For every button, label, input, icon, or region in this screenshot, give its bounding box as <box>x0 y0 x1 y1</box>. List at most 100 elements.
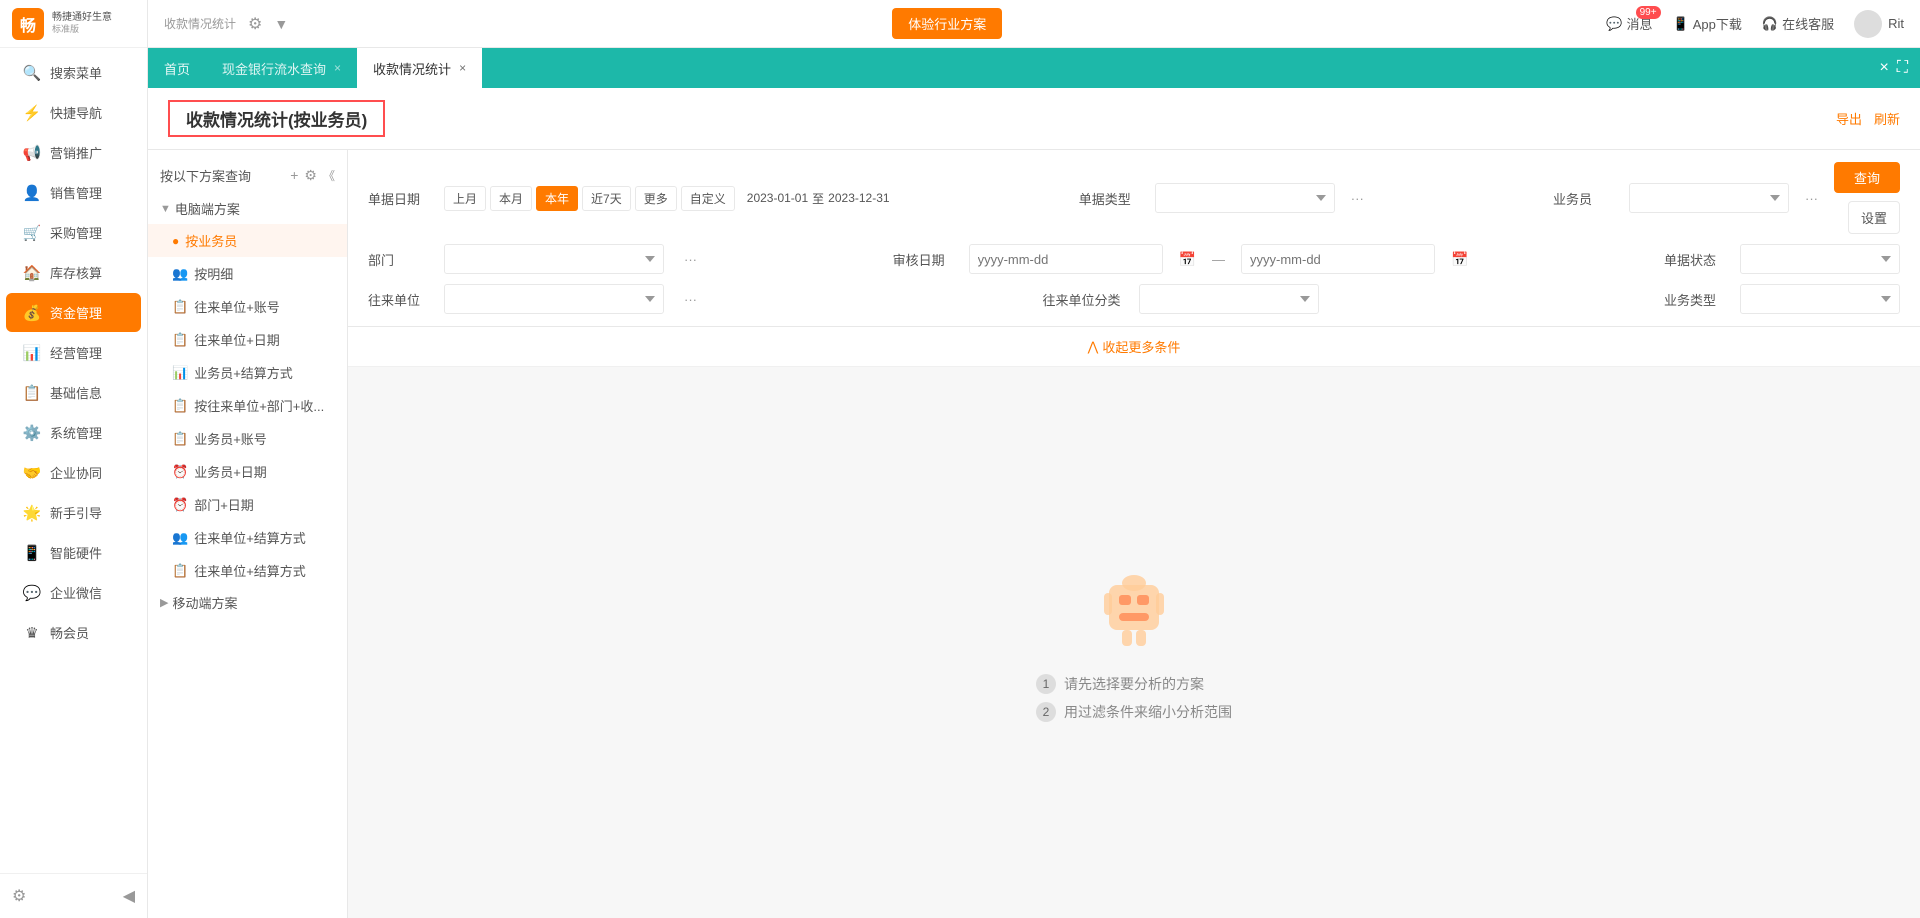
header-chevron-icon[interactable]: ▼ <box>274 16 288 32</box>
query-button[interactable]: 查询 <box>1834 162 1900 193</box>
tab-collection[interactable]: 收款情况统计 × <box>357 48 482 88</box>
header-center: 体验行业方案 <box>892 8 1002 39</box>
panel-item-sales-settlement[interactable]: 📊 业务员+结算方式 <box>148 356 347 389</box>
main-area: 收款情况统计 ⚙ ▼ 体验行业方案 💬 消息 99+ 📱 App下载 🎧 在线客… <box>148 0 1920 918</box>
date-btn-custom[interactable]: 自定义 <box>681 186 735 211</box>
panel-add-button[interactable]: + <box>290 167 298 184</box>
date-btn-last7days[interactable]: 近7天 <box>582 186 631 211</box>
refresh-button[interactable]: 刷新 <box>1874 109 1900 128</box>
collapse-icon: ⋀ <box>1088 339 1099 355</box>
panel-item-dept-date[interactable]: ⏰ 部门+日期 <box>148 488 347 521</box>
empty-state: 1 请先选择要分析的方案 2 用过滤条件来缩小分析范围 <box>348 367 1920 918</box>
sidebar-settings-btn[interactable]: ⚙ <box>12 886 26 906</box>
sales-account-icon: 📋 <box>172 431 188 447</box>
panel-header: 按以下方案查询 + ⚙ 《 <box>148 158 347 193</box>
system-icon: ⚙️ <box>22 424 42 442</box>
tabs-close-all-icon[interactable]: × <box>1879 59 1888 77</box>
sidebar-nav: 🔍 搜索菜单 ⚡ 快捷导航 📢 营销推广 👤 销售管理 🛒 采购管理 🏠 库存核… <box>0 48 147 873</box>
app-download[interactable]: 📱 App下载 <box>1673 14 1742 33</box>
salesperson-icon: ● <box>172 234 179 248</box>
counterpart-category-label: 往来单位分类 <box>1043 290 1123 309</box>
content-area: 收款情况统计(按业务员) 导出 刷新 按以下方案查询 + ⚙ 《 <box>148 88 1920 918</box>
salesperson-select[interactable] <box>1629 183 1789 213</box>
salesperson-more-icon[interactable]: ··· <box>1805 191 1818 206</box>
sidebar-item-member[interactable]: ♛ 畅会员 <box>6 613 141 652</box>
empty-step-1: 1 请先选择要分析的方案 <box>1036 674 1232 694</box>
export-button[interactable]: 导出 <box>1836 109 1862 128</box>
review-date-to[interactable] <box>1241 244 1435 274</box>
settings-button[interactable]: 设置 <box>1848 201 1900 234</box>
header-gear-icon[interactable]: ⚙ <box>248 14 262 34</box>
panel-section-mobile-title[interactable]: ▶ 移动端方案 <box>148 587 347 618</box>
filter-row-3: 往来单位 ··· 往来单位分类 业务类型 <box>368 284 1900 314</box>
review-date-from[interactable] <box>969 244 1163 274</box>
sidebar-item-guide[interactable]: 🌟 新手引导 <box>6 493 141 532</box>
panel-collapse-button[interactable]: 《 <box>323 167 335 184</box>
panel-settings-button[interactable]: ⚙ <box>304 167 317 184</box>
sidebar-item-finance[interactable]: 💰 资金管理 <box>6 293 141 332</box>
dept-more-icon[interactable]: ··· <box>684 252 697 267</box>
unit-settle3-icon: 📋 <box>172 563 188 579</box>
counterpart-select[interactable] <box>444 284 664 314</box>
review-date-label: 审核日期 <box>893 250 953 269</box>
operations-icon: 📊 <box>22 344 42 362</box>
online-service[interactable]: 🎧 在线客服 <box>1762 14 1834 33</box>
dept-select[interactable] <box>444 244 664 274</box>
wechat-icon: 💬 <box>22 584 42 602</box>
notification-area[interactable]: 💬 消息 99+ <box>1606 14 1652 33</box>
tab-home[interactable]: 首页 <box>148 59 206 78</box>
sidebar-item-operations[interactable]: 📊 经营管理 <box>6 333 141 372</box>
sidebar-item-enterprise[interactable]: 🤝 企业协同 <box>6 453 141 492</box>
body-wrapper: 按以下方案查询 + ⚙ 《 ▼ 电脑端方案 ● 按业务员 <box>148 150 1920 918</box>
enterprise-icon: 🤝 <box>22 464 42 482</box>
counterpart-more-icon[interactable]: ··· <box>684 292 697 307</box>
sidebar-item-quicknav[interactable]: ⚡ 快捷导航 <box>6 93 141 132</box>
tabs-maximize-icon[interactable]: ⛶ <box>1897 59 1908 77</box>
doc-status-select[interactable] <box>1740 244 1900 274</box>
sidebar-item-system[interactable]: ⚙️ 系统管理 <box>6 413 141 452</box>
sidebar-collapse-btn[interactable]: ◀ <box>123 886 135 906</box>
collapse-button[interactable]: ⋀ 收起更多条件 <box>1088 337 1181 356</box>
user-area[interactable]: Rit <box>1854 10 1904 38</box>
filter-row-1: 单据日期 上月 本月 本年 近7天 更多 自定义 2023-01-01 至 20 <box>368 162 1900 234</box>
empty-steps-list: 1 请先选择要分析的方案 2 用过滤条件来缩小分析范围 <box>1036 674 1232 730</box>
date-btn-this-year[interactable]: 本年 <box>536 186 578 211</box>
date-label: 单据日期 <box>368 189 428 208</box>
date-btn-more[interactable]: 更多 <box>635 186 677 211</box>
sidebar-item-search[interactable]: 🔍 搜索菜单 <box>6 53 141 92</box>
calendar-from-icon[interactable]: 📅 <box>1179 251 1196 268</box>
trial-button[interactable]: 体验行业方案 <box>892 8 1002 39</box>
panel-item-unit-account[interactable]: 📋 往来单位+账号 <box>148 290 347 323</box>
tab-collection-close-icon[interactable]: × <box>459 61 466 75</box>
panel-item-sales-account[interactable]: 📋 业务员+账号 <box>148 422 347 455</box>
tab-bankflow[interactable]: 现金银行流水查询 × <box>206 48 357 88</box>
sidebar-item-wechat[interactable]: 💬 企业微信 <box>6 573 141 612</box>
sidebar-item-basic[interactable]: 📋 基础信息 <box>6 373 141 412</box>
doc-type-select[interactable] <box>1155 183 1335 213</box>
panel-item-unit-date[interactable]: 📋 往来单位+日期 <box>148 323 347 356</box>
sidebar-item-sales[interactable]: 👤 销售管理 <box>6 173 141 212</box>
panel-item-sales-date[interactable]: ⏰ 业务员+日期 <box>148 455 347 488</box>
counterpart-category-select[interactable] <box>1139 284 1319 314</box>
date-btn-this-month[interactable]: 本月 <box>490 186 532 211</box>
empty-step-2: 2 用过滤条件来缩小分析范围 <box>1036 702 1232 722</box>
panel-item-unit-settlement2[interactable]: 👥 往来单位+结算方式 <box>148 521 347 554</box>
panel-section-mobile: ▶ 移动端方案 <box>148 587 347 618</box>
sidebar-item-inventory[interactable]: 🏠 库存核算 <box>6 253 141 292</box>
sidebar-item-purchase[interactable]: 🛒 采购管理 <box>6 213 141 252</box>
doc-type-more-icon[interactable]: ··· <box>1351 191 1364 206</box>
sidebar-item-marketing[interactable]: 📢 营销推广 <box>6 133 141 172</box>
panel-section-desktop-title[interactable]: ▼ 电脑端方案 <box>148 193 347 224</box>
sidebar-item-hardware[interactable]: 📱 智能硬件 <box>6 533 141 572</box>
panel-item-unit-dept-collect[interactable]: 📋 按往来单位+部门+收... <box>148 389 347 422</box>
calendar-to-icon[interactable]: 📅 <box>1451 251 1468 268</box>
biz-type-select[interactable] <box>1740 284 1900 314</box>
panel-item-by-salesperson[interactable]: ● 按业务员 <box>148 224 347 257</box>
tabs-right-actions: × ⛶ <box>1879 59 1920 77</box>
member-icon: ♛ <box>22 624 42 642</box>
tab-bankflow-close-icon[interactable]: × <box>334 61 341 75</box>
date-btn-last-month[interactable]: 上月 <box>444 186 486 211</box>
panel-item-by-detail[interactable]: 👥 按明细 <box>148 257 347 290</box>
panel-item-unit-settlement3[interactable]: 📋 往来单位+结算方式 <box>148 554 347 587</box>
dept-date-icon: ⏰ <box>172 497 188 513</box>
